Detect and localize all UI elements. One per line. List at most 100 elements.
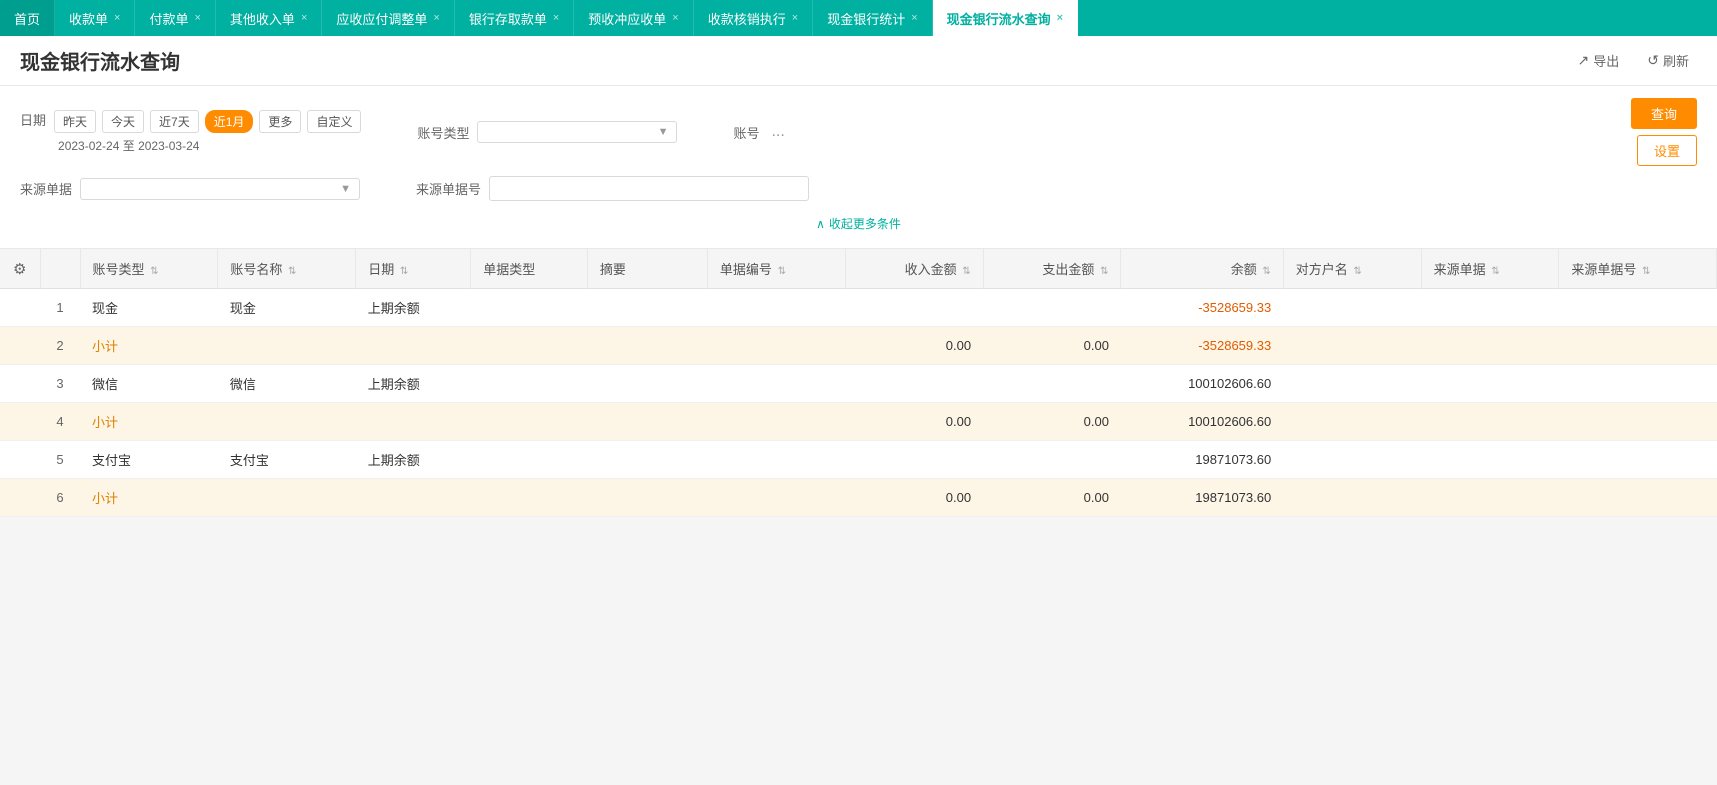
- nav-item-collection-exec[interactable]: 收款核销执行 ×: [694, 0, 813, 36]
- filter-row-1: 日期 昨天 今天 近7天 近1月 更多 自定义 2023-02-24 至 202…: [20, 98, 1697, 166]
- source-doc-select[interactable]: ▼: [80, 178, 360, 200]
- export-button[interactable]: ↗ 导出: [1570, 47, 1628, 74]
- nav-pay-close[interactable]: ×: [194, 12, 200, 24]
- nav-cash-bank-stat-label: 现金银行统计: [827, 9, 905, 28]
- collapse-bar[interactable]: ∧ 收起更多条件: [20, 211, 1697, 236]
- refresh-button[interactable]: ↺ 刷新: [1639, 47, 1697, 74]
- table-row[interactable]: 5 支付宝 支付宝 上期余额 19871073.60: [0, 441, 1717, 479]
- nav-cash-bank-stat-close[interactable]: ×: [911, 12, 917, 24]
- nav-cash-bank-flow-close[interactable]: ×: [1057, 12, 1063, 24]
- table-row[interactable]: 6 小计 0.00 0.00 19871073.60: [0, 479, 1717, 517]
- date-btn-month[interactable]: 近1月: [205, 110, 254, 133]
- source-doc-label: 来源单据: [20, 179, 72, 198]
- th-source-doc[interactable]: 来源单据 ⇅: [1421, 249, 1559, 289]
- table-row[interactable]: 2 小计 0.00 0.00 -3528659.33: [0, 327, 1717, 365]
- date-btn-today[interactable]: 今天: [102, 110, 144, 133]
- td-balance-0: -3528659.33: [1121, 289, 1283, 327]
- th-income[interactable]: 收入金额 ⇅: [845, 249, 983, 289]
- account-type-select[interactable]: ▼: [477, 121, 677, 143]
- refresh-label: 刷新: [1663, 51, 1689, 70]
- nav-item-receive[interactable]: 收款单 ×: [55, 0, 135, 36]
- td-doc-no-1: [707, 327, 845, 365]
- sort-icon-income: ⇅: [962, 266, 970, 277]
- td-expense-5: 0.00: [983, 479, 1121, 517]
- td-expense-2: [983, 365, 1121, 403]
- td-income-2: [845, 365, 983, 403]
- account-dots[interactable]: ...: [767, 123, 788, 141]
- nav-item-other-income[interactable]: 其他收入单 ×: [216, 0, 322, 36]
- td-source-doc-no-1: [1559, 327, 1717, 365]
- td-date-3: [356, 403, 471, 441]
- td-source-doc-no-4: [1559, 441, 1717, 479]
- td-account-type-0: 现金: [80, 289, 218, 327]
- th-doc-no[interactable]: 单据编号 ⇅: [707, 249, 845, 289]
- td-source-doc-0: [1421, 289, 1559, 327]
- date-btn-yesterday[interactable]: 昨天: [54, 110, 96, 133]
- nav-item-bank-deposit[interactable]: 银行存取款单 ×: [455, 0, 574, 36]
- th-account-name[interactable]: 账号名称 ⇅: [218, 249, 356, 289]
- date-btn-week[interactable]: 近7天: [150, 110, 199, 133]
- th-summary: 摘要: [587, 249, 707, 289]
- td-doc-no-4: [707, 441, 845, 479]
- date-btn-custom[interactable]: 自定义: [307, 110, 361, 133]
- nav-item-home[interactable]: 首页: [0, 0, 55, 36]
- nav-bank-deposit-close[interactable]: ×: [553, 12, 559, 24]
- nav-ap-adjust-close[interactable]: ×: [433, 12, 439, 24]
- account-label: 账号: [733, 123, 759, 142]
- th-doc-type: 单据类型: [471, 249, 588, 289]
- nav-item-pay[interactable]: 付款单 ×: [135, 0, 215, 36]
- table-row[interactable]: 3 微信 微信 上期余额 100102606.60: [0, 365, 1717, 403]
- nav-collection-exec-label: 收款核销执行: [708, 9, 786, 28]
- td-settings-0: [0, 289, 40, 327]
- td-income-3: 0.00: [845, 403, 983, 441]
- td-settings-1: [0, 327, 40, 365]
- th-date[interactable]: 日期 ⇅: [356, 249, 471, 289]
- nav-item-advance-offset[interactable]: 预收冲应收单 ×: [574, 0, 693, 36]
- table-container: ⚙ 账号类型 ⇅ 账号名称 ⇅ 日期 ⇅ 单据类型: [0, 249, 1717, 517]
- nav-pay-label: 付款单: [149, 9, 188, 28]
- export-label: 导出: [1593, 51, 1619, 70]
- sort-icon-source-doc-no: ⇅: [1642, 266, 1650, 277]
- td-doc-type-1: [471, 327, 588, 365]
- nav-other-income-label: 其他收入单: [230, 9, 295, 28]
- settings-button[interactable]: 设置: [1637, 135, 1697, 166]
- td-doc-no-0: [707, 289, 845, 327]
- th-settings[interactable]: ⚙: [0, 249, 40, 289]
- nav-other-income-close[interactable]: ×: [301, 12, 307, 24]
- source-doc-group: 来源单据 ▼: [20, 178, 360, 200]
- date-filter-group: 日期 昨天 今天 近7天 近1月 更多 自定义 2023-02-24 至 202…: [20, 110, 361, 154]
- nav-item-cash-bank-stat[interactable]: 现金银行统计 ×: [813, 0, 932, 36]
- th-account-type[interactable]: 账号类型 ⇅: [80, 249, 218, 289]
- table-row[interactable]: 4 小计 0.00 0.00 100102606.60: [0, 403, 1717, 441]
- th-balance[interactable]: 余额 ⇅: [1121, 249, 1283, 289]
- sort-icon-date: ⇅: [400, 266, 408, 277]
- chevron-down-icon: ▼: [658, 126, 669, 138]
- th-expense[interactable]: 支出金额 ⇅: [983, 249, 1121, 289]
- th-index: [40, 249, 80, 289]
- source-doc-no-label: 来源单据号: [416, 179, 481, 198]
- nav-item-ap-adjust[interactable]: 应收应付调整单 ×: [322, 0, 454, 36]
- query-button[interactable]: 查询: [1631, 98, 1697, 129]
- td-balance-3: 100102606.60: [1121, 403, 1283, 441]
- page-title: 现金银行流水查询: [20, 46, 180, 75]
- th-source-doc-no[interactable]: 来源单据号 ⇅: [1559, 249, 1717, 289]
- table-body: 1 现金 现金 上期余额 -3528659.33 2 小计 0.00 0.00 …: [0, 289, 1717, 517]
- nav-receive-label: 收款单: [69, 9, 108, 28]
- th-date-label: 日期: [368, 262, 394, 277]
- source-doc-no-input[interactable]: [489, 176, 809, 201]
- nav-receive-close[interactable]: ×: [114, 12, 120, 24]
- td-account-type-1: 小计: [80, 327, 218, 365]
- nav-item-cash-bank-flow[interactable]: 现金银行流水查询 ×: [933, 0, 1078, 36]
- td-account-type-2: 微信: [80, 365, 218, 403]
- td-income-4: [845, 441, 983, 479]
- table-row[interactable]: 1 现金 现金 上期余额 -3528659.33: [0, 289, 1717, 327]
- date-btn-more[interactable]: 更多: [259, 110, 301, 133]
- th-counterpart[interactable]: 对方户名 ⇅: [1283, 249, 1421, 289]
- source-doc-no-group: 来源单据号: [416, 176, 809, 201]
- nav-collection-exec-close[interactable]: ×: [792, 12, 798, 24]
- td-date-2: 上期余额: [356, 365, 471, 403]
- td-expense-4: [983, 441, 1121, 479]
- gear-icon[interactable]: ⚙: [13, 261, 26, 278]
- nav-advance-offset-close[interactable]: ×: [672, 12, 678, 24]
- td-doc-no-5: [707, 479, 845, 517]
